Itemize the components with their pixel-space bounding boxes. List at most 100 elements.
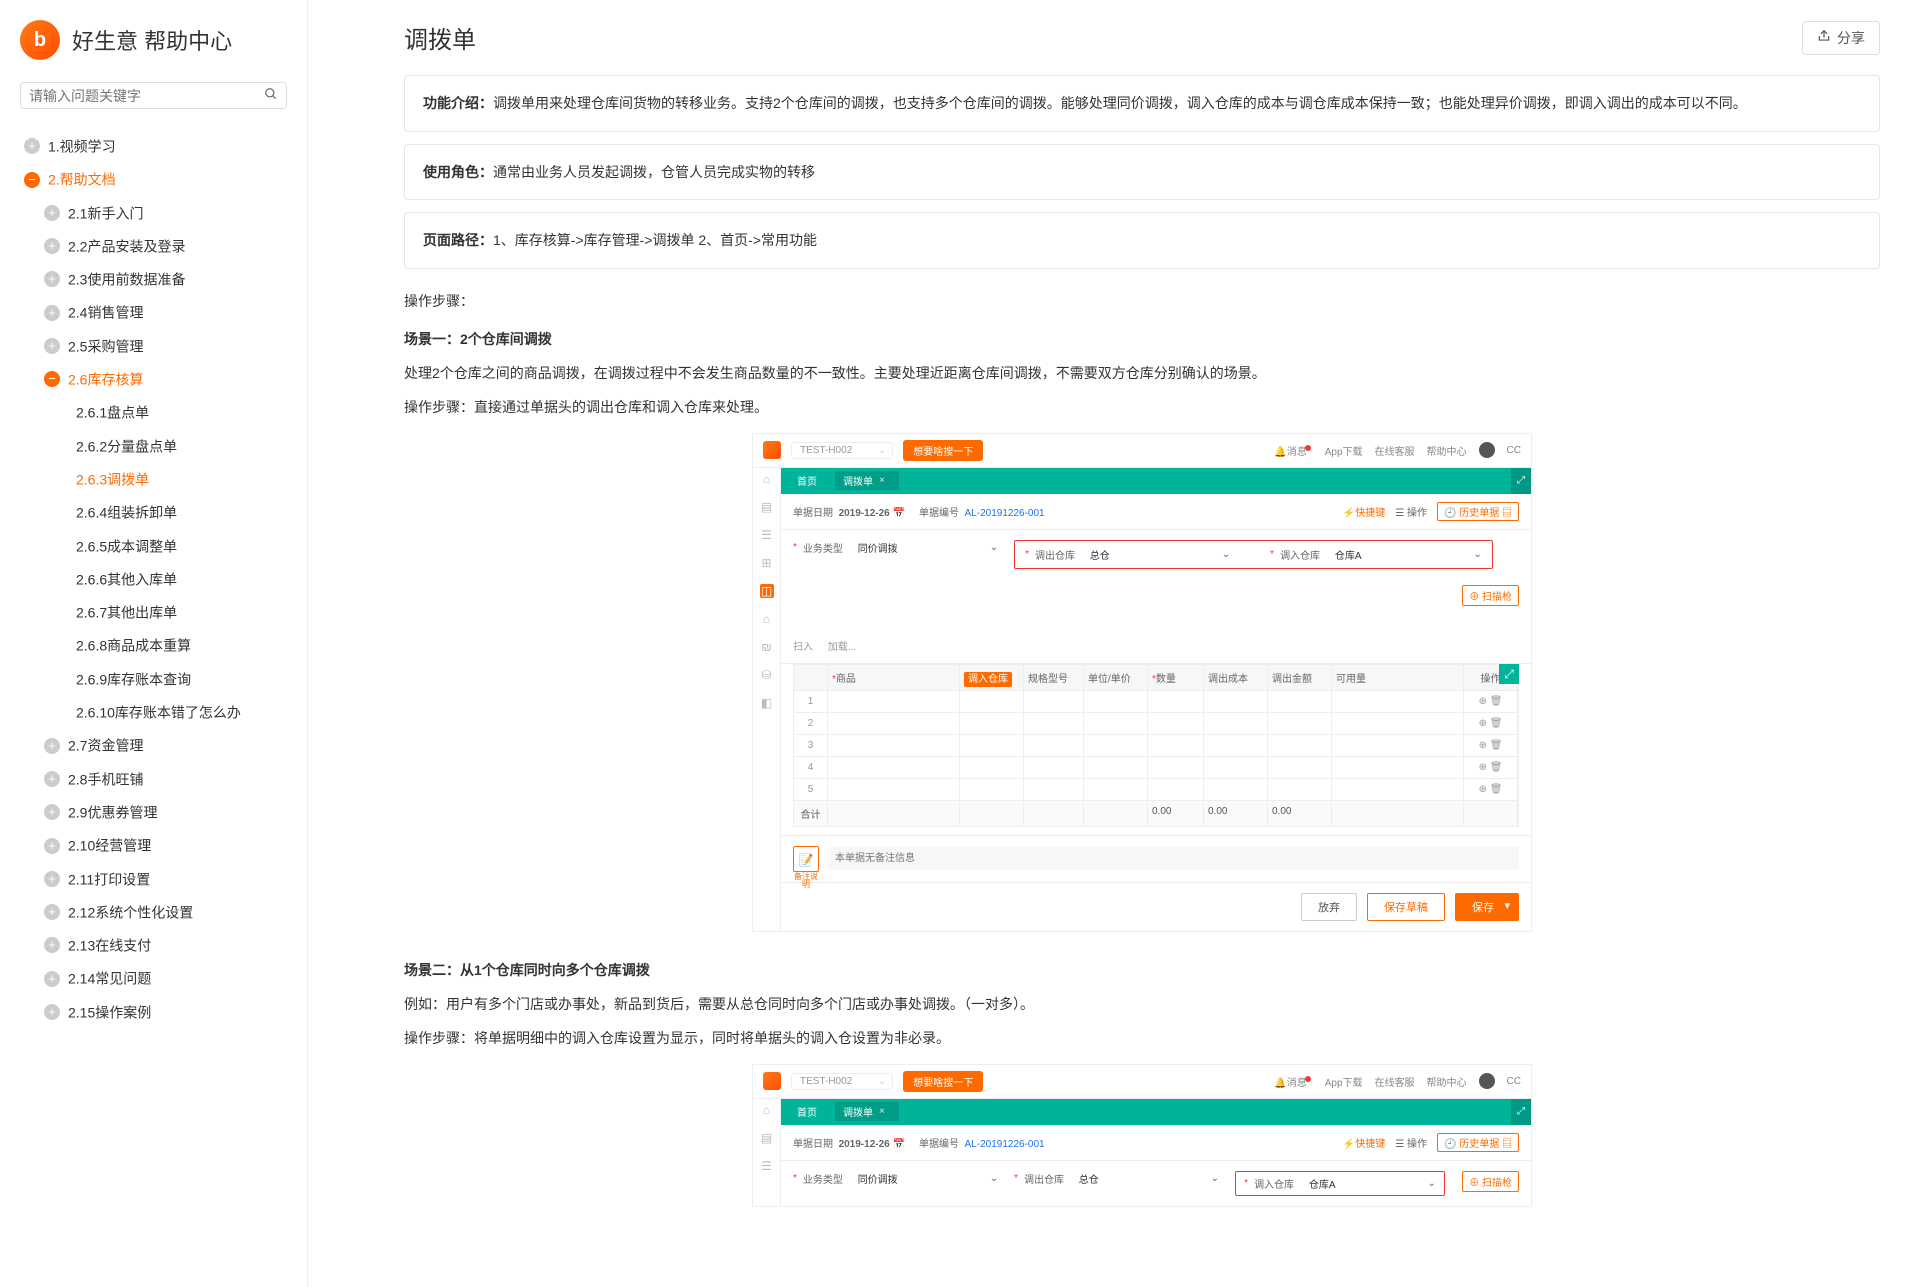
search-icon[interactable] (264, 87, 278, 104)
rail-icon[interactable]: ⌂ (760, 1103, 774, 1117)
table-row[interactable]: 4⊕ 🗑 (793, 757, 1519, 779)
biztype-field[interactable]: *业务类型 同价调拨⌄ (793, 540, 998, 555)
nav-item[interactable]: 2.6.4组装拆卸单 (20, 495, 287, 528)
nav-item[interactable]: +2.2产品安装及登录 (20, 229, 287, 262)
app-link[interactable]: App下载 (1325, 443, 1363, 458)
nav-item[interactable]: +2.5采购管理 (20, 329, 287, 362)
share-button[interactable]: 分享 (1802, 21, 1880, 55)
history-button[interactable]: 🕘 历史单据 ▤ (1437, 502, 1519, 521)
nav-label: 2.12系统个性化设置 (68, 904, 193, 920)
rail-icon[interactable]: ⊞ (760, 556, 774, 570)
tab-doc[interactable]: 调拨单× (835, 471, 899, 490)
discard-button[interactable]: 放弃 (1301, 893, 1357, 921)
close-icon[interactable]: × (879, 1106, 885, 1117)
nav-item[interactable]: 2.6.6其他入库单 (20, 562, 287, 595)
doc-no-value[interactable]: AL-20191226-001 (965, 1139, 1045, 1150)
nav-item[interactable]: +2.3使用前数据准备 (20, 262, 287, 295)
nav-item[interactable]: 2.6.3调拨单 (20, 462, 287, 495)
tab-home[interactable]: 首页 (789, 471, 831, 490)
rail-icon[interactable]: ⛁ (760, 668, 774, 682)
rail-icon[interactable]: ◧ (760, 696, 774, 710)
nav-item[interactable]: 2.6.2分量盘点单 (20, 429, 287, 462)
nav-item[interactable]: −2.6库存核算 (20, 362, 287, 395)
top-search-button[interactable]: 想要啥搜一下 (903, 1071, 983, 1092)
nav-item[interactable]: −2.帮助文档 (20, 162, 287, 195)
nav-item[interactable]: +2.1新手入门 (20, 196, 287, 229)
search-input[interactable] (29, 88, 264, 104)
table-row[interactable]: 3⊕ 🗑 (793, 735, 1519, 757)
expand-icon[interactable]: ⤢ (1511, 468, 1531, 494)
nav-item[interactable]: +2.9优惠券管理 (20, 795, 287, 828)
date-value[interactable]: 2019-12-26 (839, 508, 890, 519)
nav-item[interactable]: 2.6.7其他出库单 (20, 595, 287, 628)
help-link[interactable]: 帮助中心 (1427, 443, 1467, 458)
rail-icon-active[interactable]: ◫ (760, 584, 774, 598)
nav-item[interactable]: 2.6.9库存账本查询 (20, 662, 287, 695)
nav-item[interactable]: +2.10经营管理 (20, 828, 287, 861)
ops-link[interactable]: ☰ 操作 (1395, 1135, 1427, 1150)
nav-item[interactable]: 2.6.1盘点单 (20, 395, 287, 428)
rail-icon[interactable]: ⌂ (760, 472, 774, 486)
nav-item[interactable]: +2.11打印设置 (20, 862, 287, 895)
org-selector[interactable]: TEST-H002 (791, 442, 893, 459)
close-icon[interactable]: × (879, 475, 885, 486)
col-in-pill[interactable]: 调入仓库 (964, 672, 1012, 687)
plus-icon: + (44, 738, 60, 754)
note-icon[interactable]: 📝备注说明 (793, 846, 819, 872)
table-row[interactable]: 1⊕ 🗑 (793, 691, 1519, 713)
avatar-icon[interactable] (1479, 442, 1495, 458)
out-wh-field[interactable]: *调出仓库 总仓⌄ (1025, 547, 1230, 562)
rail-icon[interactable]: ⌂ (760, 612, 774, 626)
doc-no-value[interactable]: AL-20191226-001 (965, 508, 1045, 519)
rail-icon[interactable]: ☰ (760, 528, 774, 542)
scan-button[interactable]: ⊕ 扫描枪 (1462, 1171, 1519, 1192)
nav-item[interactable]: +2.14常见问题 (20, 961, 287, 994)
nav-item[interactable]: 2.6.8商品成本重算 (20, 628, 287, 661)
tab-doc[interactable]: 调拨单× (835, 1102, 899, 1121)
msg-link[interactable]: 🔔消息 (1274, 443, 1312, 458)
in-wh-field[interactable]: *调入仓库 仓库A⌄ (1270, 547, 1482, 562)
table-row[interactable]: 2⊕ 🗑 (793, 713, 1519, 735)
nav-item[interactable]: +2.8手机旺铺 (20, 762, 287, 795)
nav-item[interactable]: +2.15操作案例 (20, 995, 287, 1028)
msg-link[interactable]: 🔔消息 (1274, 1074, 1312, 1089)
quickkey-link[interactable]: ⚡快捷键 (1343, 504, 1385, 519)
tab-home[interactable]: 首页 (789, 1102, 831, 1121)
app-link[interactable]: App下载 (1325, 1074, 1363, 1089)
expand-icon[interactable]: ⤢ (1511, 1099, 1531, 1125)
fullscreen-icon[interactable]: ⤢ (1499, 664, 1519, 684)
rail-icon[interactable]: ▤ (760, 500, 774, 514)
out-wh-field[interactable]: *调出仓库 总仓⌄ (1014, 1171, 1219, 1186)
quickkey-link[interactable]: ⚡快捷键 (1343, 1135, 1385, 1150)
scan-button[interactable]: ⊕ 扫描枪 (1462, 585, 1519, 606)
rail-icon[interactable]: ☰ (760, 1159, 774, 1173)
search-box[interactable] (20, 82, 287, 109)
note-input[interactable] (829, 847, 1519, 870)
rail-icon[interactable]: ▤ (760, 1131, 774, 1145)
nav-item[interactable]: +2.4销售管理 (20, 295, 287, 328)
nav-item[interactable]: +2.7资金管理 (20, 728, 287, 761)
save-button[interactable]: 保存 (1455, 893, 1519, 921)
tab-bar: 首页 调拨单× ⤢ (781, 1099, 1531, 1125)
nav-item[interactable]: +1.视频学习 (20, 129, 287, 162)
history-button[interactable]: 🕘 历史单据 ▤ (1437, 1133, 1519, 1152)
role-card: 使用角色：通常由业务人员发起调拨，仓管人员完成实物的转移 (404, 144, 1880, 201)
org-selector[interactable]: TEST-H002 (791, 1073, 893, 1090)
service-link[interactable]: 在线客服 (1375, 1074, 1415, 1089)
draft-button[interactable]: 保存草稿 (1367, 893, 1445, 921)
nav-item[interactable]: +2.12系统个性化设置 (20, 895, 287, 928)
avatar-icon[interactable] (1479, 1073, 1495, 1089)
top-search-button[interactable]: 想要啥搜一下 (903, 440, 983, 461)
nav-item[interactable]: 2.6.10库存账本错了怎么办 (20, 695, 287, 728)
service-link[interactable]: 在线客服 (1375, 443, 1415, 458)
rail-icon[interactable]: ₪ (760, 640, 774, 654)
nav-item[interactable]: +2.13在线支付 (20, 928, 287, 961)
help-link[interactable]: 帮助中心 (1427, 1074, 1467, 1089)
biztype-field[interactable]: *业务类型 同价调拨⌄ (793, 1171, 998, 1186)
nav-item[interactable]: 2.6.5成本调整单 (20, 529, 287, 562)
table-row[interactable]: 5⊕ 🗑 (793, 779, 1519, 801)
date-value[interactable]: 2019-12-26 (839, 1139, 890, 1150)
in-wh-field[interactable]: *调入仓库 仓库A⌄ (1244, 1176, 1436, 1191)
ops-link[interactable]: ☰ 操作 (1395, 504, 1427, 519)
scan-input-field[interactable]: 扫入 加载... (793, 638, 856, 653)
